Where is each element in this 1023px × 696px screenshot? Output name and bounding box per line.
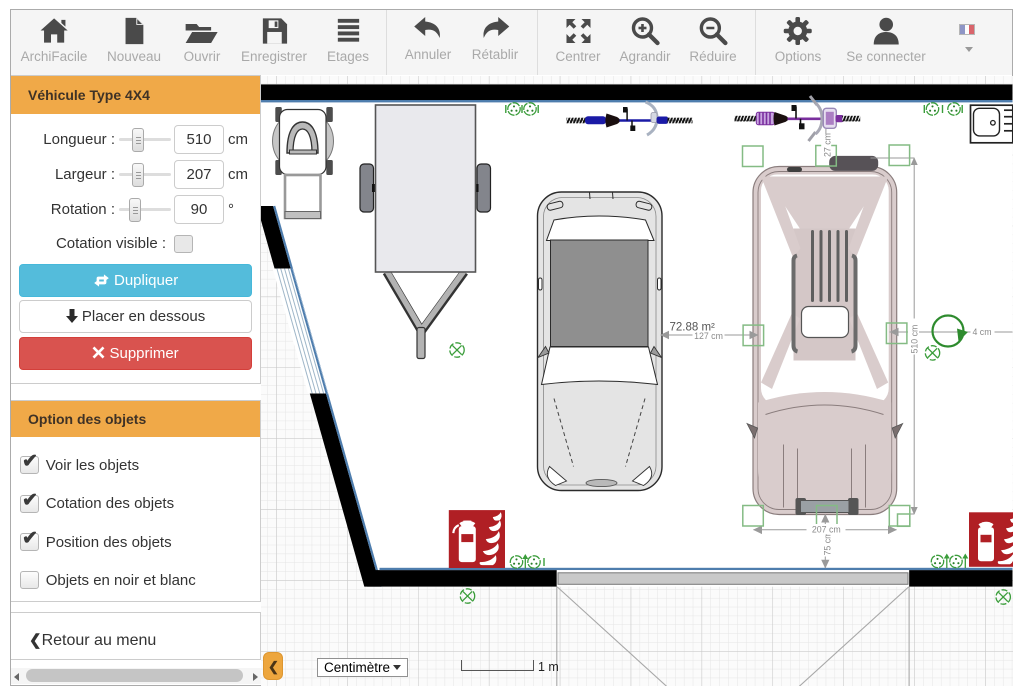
svg-text:510 cm: 510 cm (909, 324, 919, 353)
svg-text:75 cm: 75 cm (822, 531, 832, 555)
svg-text:127 cm: 127 cm (694, 331, 723, 341)
svg-text:4 cm: 4 cm (972, 327, 991, 337)
svg-text:207 cm: 207 cm (811, 524, 840, 534)
svg-text:27 cm: 27 cm (822, 133, 832, 157)
